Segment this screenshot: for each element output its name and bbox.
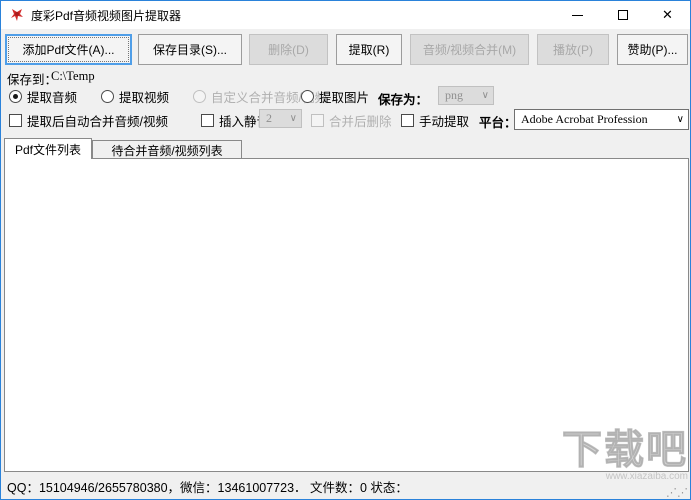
silence-gap-value: 2 — [266, 111, 272, 125]
tab-label: Pdf文件列表 — [14, 142, 81, 157]
sponsor-button[interactable]: 赞助(P)... — [617, 34, 688, 65]
platform-label: 平台： — [479, 116, 517, 130]
title-bar: 度彩Pdf音频视频图片提取器 ✕ — [1, 1, 690, 29]
play-button[interactable]: 播放(P) — [537, 34, 609, 65]
status-bar: QQ：15104946/2655780380，微信：13461007723． 文… — [1, 473, 690, 499]
radio-label: 提取音频 — [27, 91, 78, 105]
radio-selected-icon — [9, 90, 22, 103]
radio-extract-audio[interactable]: 提取音频 — [9, 87, 77, 106]
radio-icon — [301, 90, 314, 103]
minimize-button[interactable] — [555, 1, 600, 29]
window-controls: ✕ — [555, 1, 690, 29]
delete-button[interactable]: 删除(D) — [249, 34, 328, 65]
close-button[interactable]: ✕ — [645, 1, 690, 29]
resize-grip-icon[interactable]: ⋰⋰ — [666, 488, 688, 499]
tab-pdf-file-list[interactable]: Pdf文件列表 — [4, 138, 92, 159]
maximize-button[interactable] — [600, 1, 645, 29]
save-to-path: C:\Temp — [51, 69, 95, 83]
checkbox-delete-after-merge[interactable]: 合并后删除 — [311, 111, 392, 130]
platform-value: Adobe Acrobat Profession — [521, 112, 648, 126]
radio-icon — [101, 90, 114, 103]
radio-extract-video[interactable]: 提取视频 — [101, 87, 169, 106]
checkbox-icon — [9, 114, 22, 127]
platform-combo[interactable]: Adobe Acrobat Profession ∨ — [514, 109, 689, 130]
checkbox-auto-merge[interactable]: 提取后自动合并音频/视频 — [9, 111, 168, 130]
radio-label: 提取图片 — [319, 91, 370, 105]
radio-icon — [193, 90, 206, 103]
checkbox-icon — [401, 114, 414, 127]
checkbox-label: 合并后删除 — [329, 115, 392, 129]
tab-pending-merge-list[interactable]: 待合并音频/视频列表 — [92, 140, 242, 159]
status-text: QQ：15104946/2655780380，微信：13461007723． 文… — [7, 480, 408, 495]
maximize-icon — [617, 10, 628, 20]
pdf-file-listbox[interactable] — [4, 158, 689, 472]
checkbox-icon — [201, 114, 214, 127]
merge-av-button[interactable]: 音频/视频合并(M) — [410, 34, 529, 65]
app-logo-icon — [9, 7, 25, 23]
save-as-label: 保存为： — [378, 93, 429, 107]
checkbox-manual-extract[interactable]: 手动提取 — [401, 111, 469, 130]
add-pdf-button[interactable]: 添加Pdf文件(A)... — [5, 34, 132, 65]
save-as-value: png — [445, 88, 463, 102]
app-window: 度彩Pdf音频视频图片提取器 ✕ 添加Pdf文件(A)... 保存目录(S)..… — [0, 0, 691, 500]
save-as-combo[interactable]: png ∨ — [438, 86, 494, 105]
radio-label: 提取视频 — [119, 91, 170, 105]
window-title: 度彩Pdf音频视频图片提取器 — [31, 8, 182, 23]
checkbox-label: 手动提取 — [419, 115, 470, 129]
save-dir-button[interactable]: 保存目录(S)... — [138, 34, 242, 65]
silence-gap-combo[interactable]: 2 ∨ — [259, 109, 302, 128]
minimize-icon — [572, 14, 583, 16]
checkbox-label: 提取后自动合并音频/视频 — [27, 115, 168, 129]
save-to-label: 保存到： — [7, 73, 58, 87]
radio-extract-image[interactable]: 提取图片 — [301, 87, 369, 106]
chevron-down-icon: ∨ — [676, 114, 684, 125]
extract-button[interactable]: 提取(R) — [336, 34, 402, 65]
chevron-down-icon: ∨ — [289, 113, 297, 124]
close-icon: ✕ — [662, 7, 673, 22]
chevron-down-icon: ∨ — [481, 90, 489, 101]
checkbox-icon — [311, 114, 324, 127]
tab-label: 待合并音频/视频列表 — [111, 143, 223, 158]
